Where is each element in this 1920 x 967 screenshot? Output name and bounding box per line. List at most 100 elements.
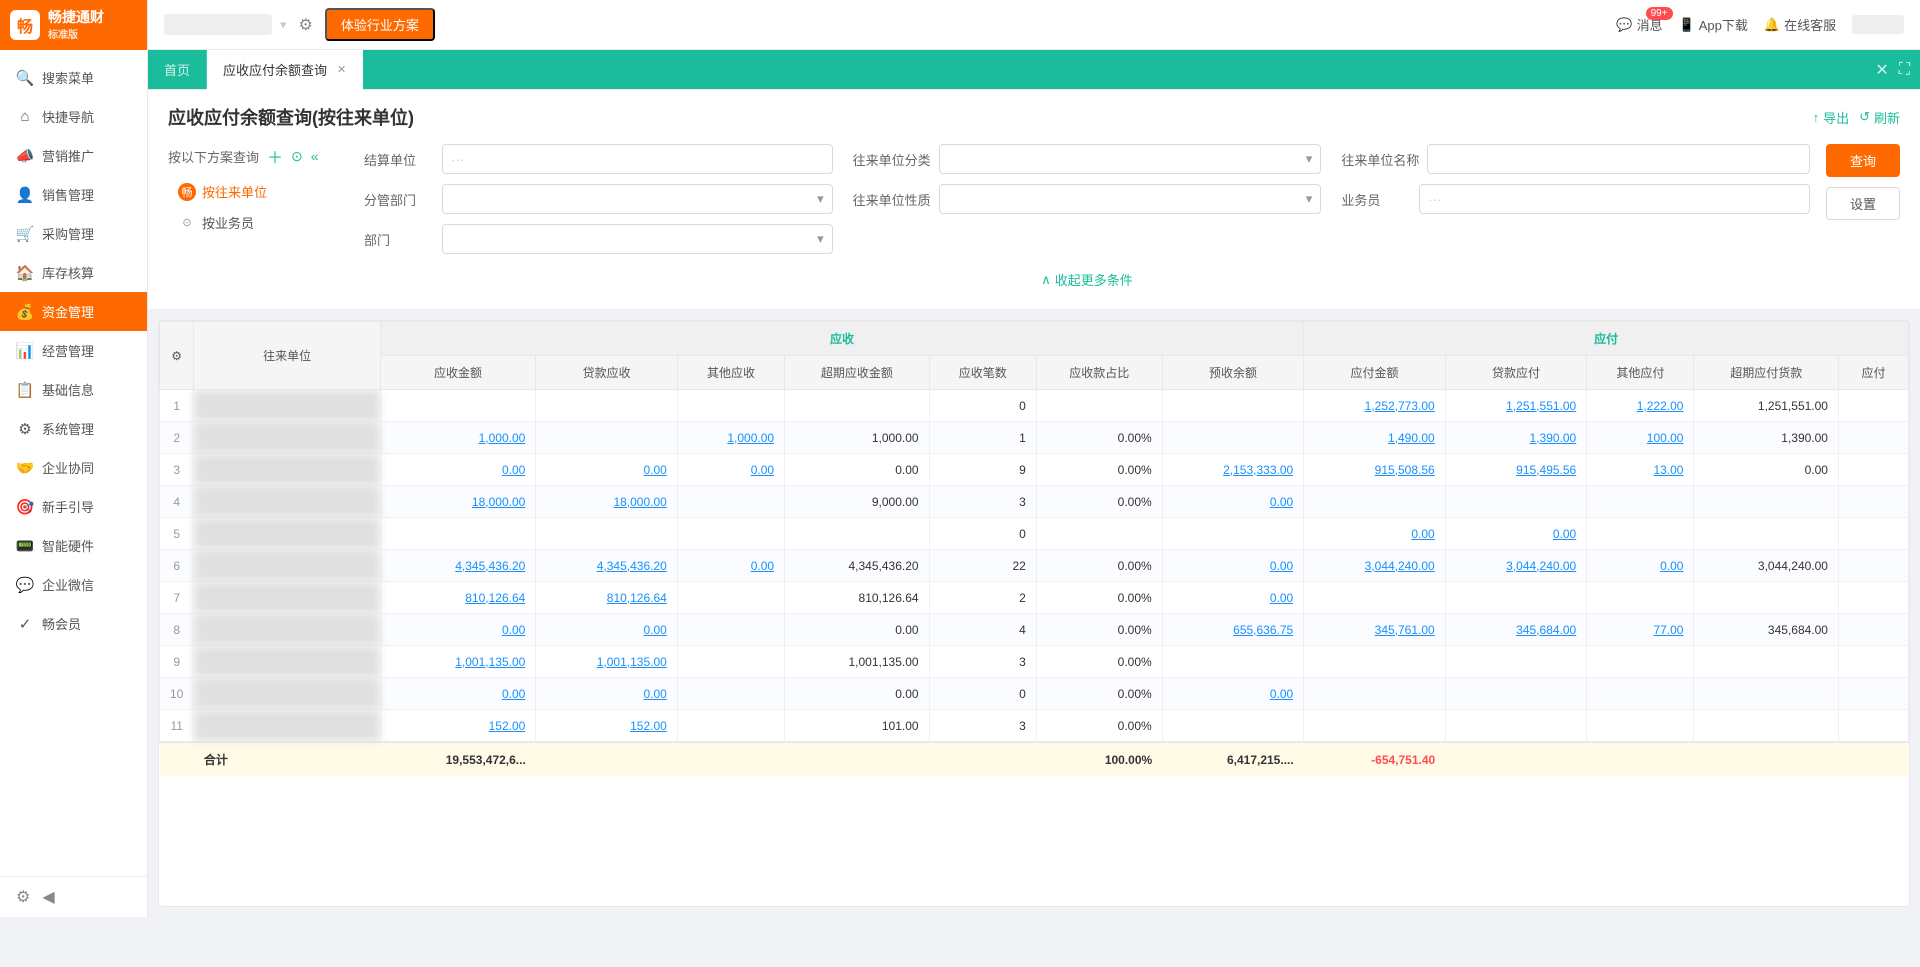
amount-link[interactable]: 3,044,240.00 bbox=[1365, 559, 1435, 573]
sidebar-item-fund[interactable]: 💰 资金管理 bbox=[0, 292, 147, 331]
amount-link[interactable]: 0.00 bbox=[643, 687, 666, 701]
tab-expand-icon[interactable]: ⛶ bbox=[1899, 61, 1910, 79]
amount-link[interactable]: 345,761.00 bbox=[1375, 623, 1435, 637]
rec-count: 22 bbox=[929, 550, 1036, 582]
amount-link[interactable]: 13.00 bbox=[1653, 463, 1683, 477]
amount-link[interactable]: 1,251,551.00 bbox=[1506, 399, 1576, 413]
partner-name-input[interactable] bbox=[1427, 144, 1810, 174]
col-settings[interactable]: ⚙ bbox=[160, 322, 194, 390]
tab-close-icon[interactable]: ✕ bbox=[337, 63, 346, 76]
tab-close-window-icon[interactable]: ✕ bbox=[1875, 60, 1888, 80]
amount-link[interactable]: 0.00 bbox=[1270, 559, 1293, 573]
smart-hw-icon: 📟 bbox=[16, 537, 34, 555]
amount-link[interactable]: 0.00 bbox=[502, 623, 525, 637]
amount-link[interactable]: 1,000.00 bbox=[727, 431, 774, 445]
refresh-button[interactable]: ↺ 刷新 bbox=[1859, 108, 1900, 127]
gear-icon[interactable]: ⚙ bbox=[299, 15, 313, 35]
amount-link[interactable]: 1,252,773.00 bbox=[1365, 399, 1435, 413]
sidebar-collapse-icon[interactable]: ◀ bbox=[42, 887, 54, 907]
sidebar-item-operations[interactable]: 📊 经营管理 bbox=[0, 331, 147, 370]
amount-link[interactable]: 1,390.00 bbox=[1530, 431, 1577, 445]
amount-link[interactable]: 1,222.00 bbox=[1637, 399, 1684, 413]
sidebar-item-smart-hw[interactable]: 📟 智能硬件 bbox=[0, 526, 147, 565]
amount-link[interactable]: 0.00 bbox=[643, 463, 666, 477]
search-method-by-employee[interactable]: ⊙ 按业务员 bbox=[168, 209, 348, 236]
amount-link[interactable]: 1,001,135.00 bbox=[597, 655, 667, 669]
sidebar-item-enterprise[interactable]: 🤝 企业协同 bbox=[0, 448, 147, 487]
main-content: 首页 应收应付余额查询 ✕ ✕ ⛶ 应收应付余额查询(按往来单位) ↑ 导出 ↺… bbox=[148, 50, 1920, 917]
footer-pay-amount: -654,751.40 bbox=[1304, 742, 1446, 776]
amount-link[interactable]: 4,345,436.20 bbox=[455, 559, 525, 573]
sidebar-item-base-info[interactable]: 📋 基础信息 bbox=[0, 370, 147, 409]
sidebar-item-quick-nav[interactable]: ⌂ 快捷导航 bbox=[0, 97, 147, 136]
partner-category-input[interactable]: ▾ bbox=[939, 144, 1322, 174]
amount-link[interactable]: 152.00 bbox=[489, 719, 526, 733]
search-method-by-unit[interactable]: 畅 按往来单位 bbox=[168, 178, 348, 205]
app-download-button[interactable]: 📱 App下载 bbox=[1679, 15, 1748, 34]
amount-link[interactable]: 18,000.00 bbox=[472, 495, 525, 509]
salesperson-input[interactable]: ··· bbox=[1419, 184, 1810, 214]
row-num: 3 bbox=[160, 454, 194, 486]
sidebar-item-marketing[interactable]: 📣 营销推广 bbox=[0, 136, 147, 175]
sidebar-item-inventory[interactable]: 🏠 库存核算 bbox=[0, 253, 147, 292]
amount-link[interactable]: 1,490.00 bbox=[1388, 431, 1435, 445]
query-button[interactable]: 查询 bbox=[1826, 144, 1900, 177]
amount-link[interactable]: 0.00 bbox=[643, 623, 666, 637]
amount-link[interactable]: 345,684.00 bbox=[1516, 623, 1576, 637]
amount-link[interactable]: 1,000.00 bbox=[479, 431, 526, 445]
collapse-more-button[interactable]: ∧ 收起更多条件 bbox=[1035, 264, 1139, 295]
department-input[interactable]: ▾ bbox=[442, 224, 833, 254]
sidebar-label-purchase: 采购管理 bbox=[42, 224, 94, 243]
sidebar-item-search-menu[interactable]: 🔍 搜索菜单 bbox=[0, 58, 147, 97]
amount-link[interactable]: 0.00 bbox=[751, 559, 774, 573]
amount-link[interactable]: 0.00 bbox=[1411, 527, 1434, 541]
sidebar-item-wechat[interactable]: 💬 企业微信 bbox=[0, 565, 147, 604]
amount-link[interactable]: 0.00 bbox=[1270, 687, 1293, 701]
amount-link[interactable]: 2,153,333.00 bbox=[1223, 463, 1293, 477]
amount-link[interactable]: 100.00 bbox=[1647, 431, 1684, 445]
settlement-unit-input[interactable]: ··· bbox=[442, 144, 833, 174]
partner-nature-input[interactable]: ▾ bbox=[939, 184, 1322, 214]
messages-button[interactable]: 💬 消息 99+ bbox=[1616, 15, 1662, 34]
amount-link[interactable]: 655,636.75 bbox=[1233, 623, 1293, 637]
amount-link[interactable]: 3,044,240.00 bbox=[1506, 559, 1576, 573]
dept-input[interactable]: ▾ bbox=[442, 184, 833, 214]
amount-link[interactable]: 0.00 bbox=[1270, 591, 1293, 605]
pay-amount bbox=[1304, 678, 1446, 710]
sidebar-gear-icon[interactable]: ⚙ bbox=[16, 887, 30, 907]
add-scheme-icon[interactable]: ＋ bbox=[267, 144, 283, 168]
amount-link[interactable]: 810,126.64 bbox=[465, 591, 525, 605]
amount-link[interactable]: 4,345,436.20 bbox=[597, 559, 667, 573]
sidebar-item-guide[interactable]: 🎯 新手引导 bbox=[0, 487, 147, 526]
amount-link[interactable]: 810,126.64 bbox=[607, 591, 667, 605]
footer-pay-suffix bbox=[1838, 742, 1908, 776]
user-menu[interactable]: Rit bbox=[1852, 17, 1904, 32]
settings-scheme-icon[interactable]: ⊙ bbox=[291, 148, 303, 165]
rec-amount: 0.00 bbox=[380, 614, 536, 646]
amount-link[interactable]: 77.00 bbox=[1653, 623, 1683, 637]
amount-link[interactable]: 0.00 bbox=[1553, 527, 1576, 541]
amount-link[interactable]: 1,001,135.00 bbox=[455, 655, 525, 669]
amount-link[interactable]: 0.00 bbox=[502, 463, 525, 477]
sidebar-item-sales[interactable]: 👤 销售管理 bbox=[0, 175, 147, 214]
tab-home[interactable]: 首页 bbox=[148, 50, 207, 90]
settings-button[interactable]: 设置 bbox=[1826, 187, 1900, 220]
amount-link[interactable]: 915,508.56 bbox=[1375, 463, 1435, 477]
messages-badge: 99+ bbox=[1646, 7, 1673, 20]
tab-receivable-payable[interactable]: 应收应付余额查询 ✕ bbox=[207, 50, 363, 90]
amount-link[interactable]: 18,000.00 bbox=[613, 495, 666, 509]
sidebar-item-member[interactable]: ✓ 畅会员 bbox=[0, 604, 147, 643]
export-button[interactable]: ↑ 导出 bbox=[1813, 108, 1850, 127]
amount-link[interactable]: 0.00 bbox=[751, 463, 774, 477]
amount-link[interactable]: 0.00 bbox=[502, 687, 525, 701]
sidebar-item-system[interactable]: ⚙ 系统管理 bbox=[0, 409, 147, 448]
collapse-scheme-icon[interactable]: « bbox=[311, 148, 319, 164]
loan-pay bbox=[1445, 486, 1587, 518]
amount-link[interactable]: 915,495.56 bbox=[1516, 463, 1576, 477]
amount-link[interactable]: 152.00 bbox=[630, 719, 667, 733]
sidebar-item-purchase[interactable]: 🛒 采购管理 bbox=[0, 214, 147, 253]
amount-link[interactable]: 0.00 bbox=[1270, 495, 1293, 509]
online-service-button[interactable]: 🔔 在线客服 bbox=[1764, 15, 1836, 34]
amount-link[interactable]: 0.00 bbox=[1660, 559, 1683, 573]
promo-button[interactable]: 体验行业方案 bbox=[325, 8, 435, 41]
